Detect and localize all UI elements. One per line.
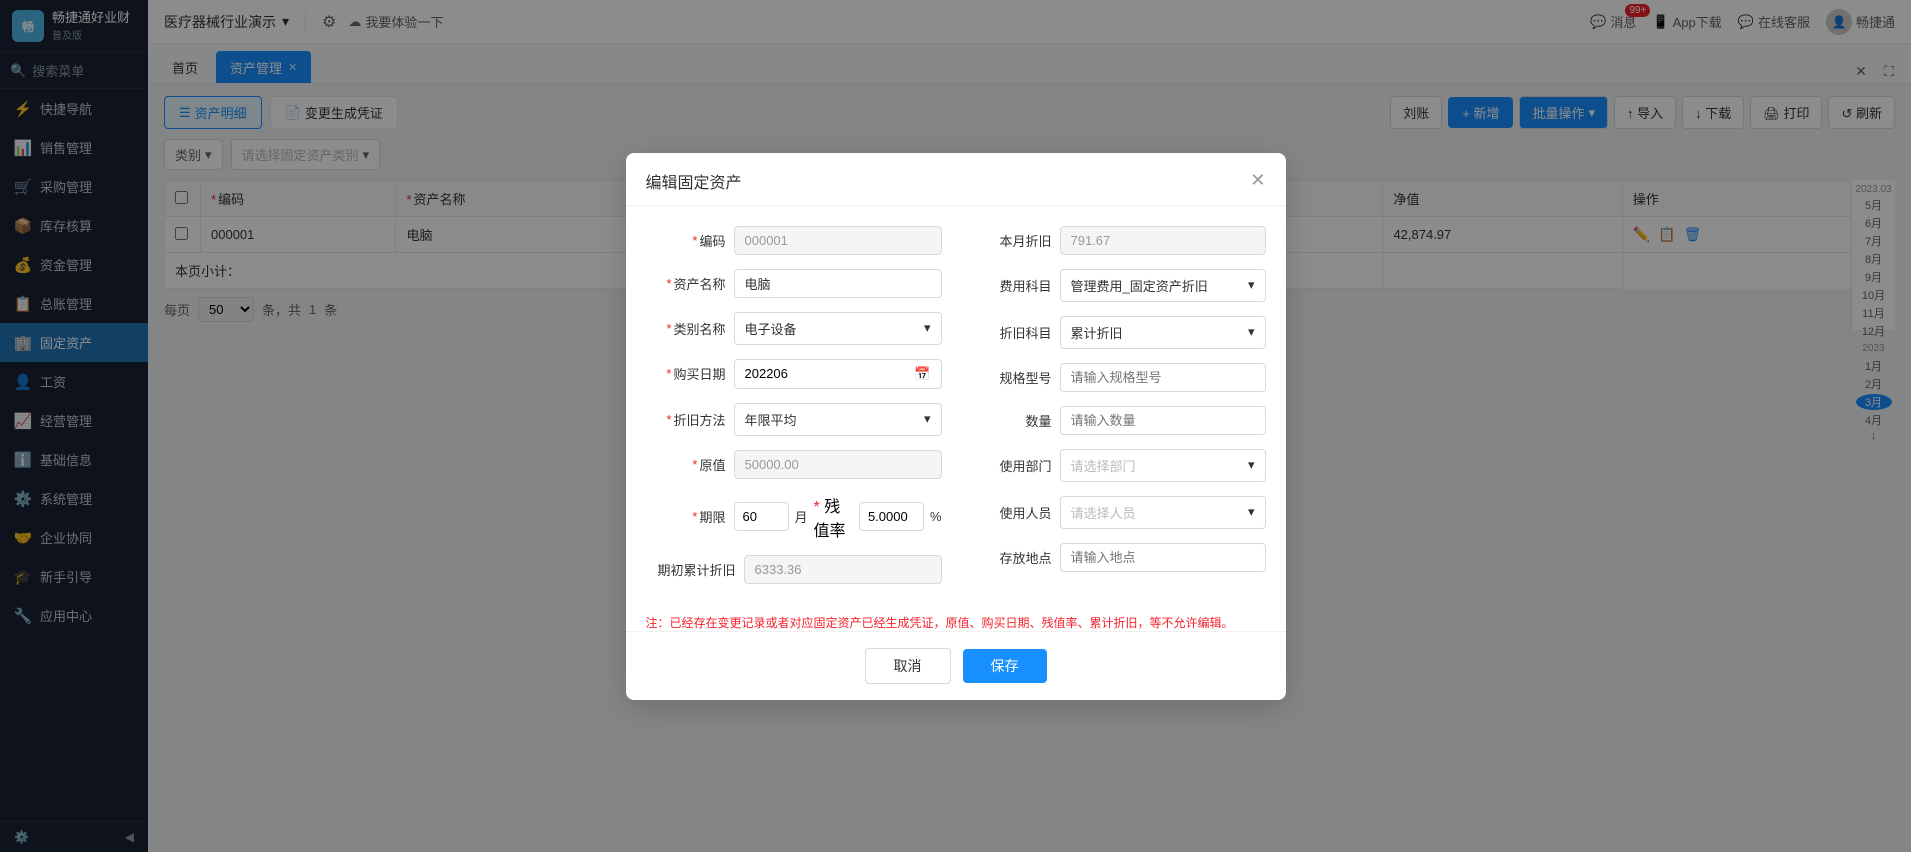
- storage-label: 存放地点: [972, 548, 1052, 567]
- spec-model-label: 规格型号: [972, 368, 1052, 387]
- modal-note: 注：已经存在变更记录或者对应固定资产已经生成凭证，原值、购买日期、残值率、累计折…: [626, 604, 1286, 631]
- edit-asset-modal: 编辑固定资产 ✕ *编码 *资产名称: [626, 153, 1286, 700]
- spec-model-row: 规格型号: [972, 363, 1266, 392]
- modal-footer: 取消 保存: [626, 631, 1286, 700]
- category-label: *类别名称: [646, 319, 726, 338]
- cancel-button[interactable]: 取消: [865, 648, 951, 684]
- code-label: *编码: [646, 231, 726, 250]
- modal-header: 编辑固定资产 ✕: [626, 153, 1286, 206]
- chevron-down-icon: ▾: [1248, 457, 1255, 473]
- expense-subject-label: 费用科目: [972, 276, 1052, 295]
- monthly-depreciation-row: 本月折旧: [972, 226, 1266, 255]
- residual-rate-label: * 残值率: [814, 493, 853, 541]
- user-select[interactable]: 请选择人员 ▾: [1060, 496, 1266, 529]
- department-select[interactable]: 请选择部门 ▾: [1060, 449, 1266, 482]
- purchase-date-row: *购买日期 202206 📅: [646, 359, 942, 389]
- expense-subject-row: 费用科目 管理费用_固定资产折旧 ▾: [972, 269, 1266, 302]
- quantity-input[interactable]: [1060, 406, 1266, 435]
- chevron-down-icon: ▾: [1248, 324, 1255, 340]
- depreciation-subject-label: 折旧科目: [972, 323, 1052, 342]
- quantity-row: 数量: [972, 406, 1266, 435]
- monthly-depreciation-label: 本月折旧: [972, 231, 1052, 250]
- period-input[interactable]: [734, 502, 789, 531]
- depreciation-subject-row: 折旧科目 累计折旧 ▾: [972, 316, 1266, 349]
- modal-body: *编码 *资产名称 *类别名称: [626, 206, 1286, 604]
- original-value-row: *原值: [646, 450, 942, 479]
- category-select[interactable]: 电子设备 ▾: [734, 312, 942, 345]
- department-label: 使用部门: [972, 456, 1052, 475]
- name-label: *资产名称: [646, 274, 726, 293]
- period-label: *期限: [646, 507, 726, 526]
- department-row: 使用部门 请选择部门 ▾: [972, 449, 1266, 482]
- initial-depreciation-label: 期初累计折旧: [646, 560, 736, 579]
- period-row: *期限 月 * 残值率 %: [646, 493, 942, 541]
- expense-subject-select[interactable]: 管理费用_固定资产折旧 ▾: [1060, 269, 1266, 302]
- storage-row: 存放地点: [972, 543, 1266, 572]
- purchase-date-label: *购买日期: [646, 364, 726, 383]
- save-button[interactable]: 保存: [963, 649, 1047, 683]
- depreciation-method-label: *折旧方法: [646, 410, 726, 429]
- original-value-input[interactable]: [734, 450, 942, 479]
- residual-rate-input[interactable]: [859, 502, 924, 531]
- depreciation-method-row: *折旧方法 年限平均 ▾: [646, 403, 942, 436]
- chevron-down-icon: ▾: [1248, 277, 1255, 293]
- monthly-depreciation-input: [1060, 226, 1266, 255]
- calendar-icon: 📅: [914, 366, 930, 382]
- initial-depreciation-input[interactable]: [744, 555, 942, 584]
- code-input[interactable]: [734, 226, 942, 255]
- name-row: *资产名称: [646, 269, 942, 298]
- original-value-label: *原值: [646, 455, 726, 474]
- modal-title: 编辑固定资产: [646, 169, 742, 193]
- storage-input[interactable]: [1060, 543, 1266, 572]
- chevron-down-icon: ▾: [1248, 504, 1255, 520]
- initial-depreciation-row: 期初累计折旧: [646, 555, 942, 584]
- spec-model-input[interactable]: [1060, 363, 1266, 392]
- name-input[interactable]: [734, 269, 942, 298]
- modal-overlay: 编辑固定资产 ✕ *编码 *资产名称: [0, 0, 1911, 852]
- code-row: *编码: [646, 226, 942, 255]
- category-row: *类别名称 电子设备 ▾: [646, 312, 942, 345]
- depreciation-subject-select[interactable]: 累计折旧 ▾: [1060, 316, 1266, 349]
- modal-close-button[interactable]: ✕: [1250, 170, 1265, 191]
- chevron-down-icon: ▾: [924, 411, 931, 427]
- user-label: 使用人员: [972, 503, 1052, 522]
- quantity-label: 数量: [972, 411, 1052, 430]
- user-row: 使用人员 请选择人员 ▾: [972, 496, 1266, 529]
- depreciation-method-select[interactable]: 年限平均 ▾: [734, 403, 942, 436]
- chevron-down-icon: ▾: [924, 320, 931, 336]
- purchase-date-input[interactable]: 202206 📅: [734, 359, 942, 389]
